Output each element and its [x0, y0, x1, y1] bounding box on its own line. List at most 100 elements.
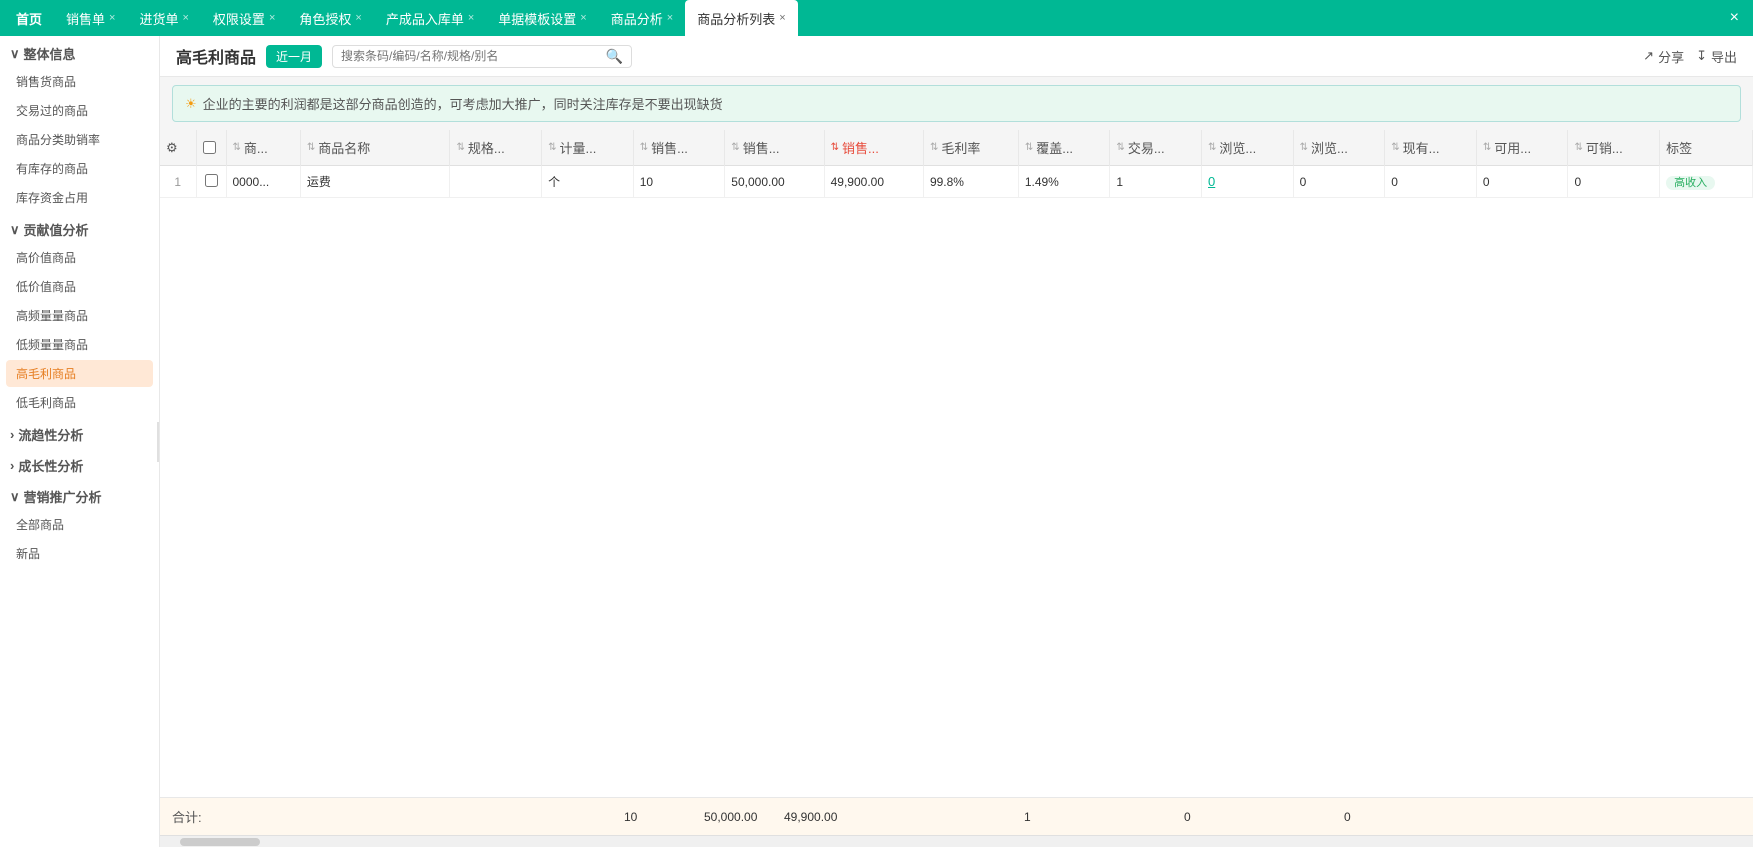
cell-code: 0000...	[226, 166, 300, 198]
cell-sales-amount: 50,000.00	[725, 166, 824, 198]
cell-tag: 高收入	[1660, 166, 1753, 198]
cell-browse1[interactable]: 0	[1202, 166, 1294, 198]
col-trade: ⇅ 交易...	[1110, 130, 1202, 166]
sidebar-group-marketing[interactable]: ∨ 营销推广分析	[0, 479, 159, 510]
sidebar-item-high-margin[interactable]: 高毛利商品	[6, 360, 153, 387]
sort-icon: ⇅	[1391, 142, 1399, 153]
sidebar-item-new-goods[interactable]: 新品	[0, 539, 159, 568]
export-btn[interactable]: ↧ 导出	[1696, 47, 1737, 66]
cell-sellable: 0	[1568, 166, 1660, 198]
sidebar-item-low-freq[interactable]: 低频量量商品	[0, 330, 159, 359]
info-banner: ☀ 企业的主要的利润都是这部分商品创造的，可考虑加大推广，同时关注库存是不要出现…	[172, 85, 1741, 122]
close-roles-tab[interactable]: ×	[355, 12, 361, 24]
scrollbar-thumb[interactable]	[180, 838, 260, 846]
row-checkbox[interactable]	[205, 174, 218, 187]
footer-available: 0	[1338, 810, 1418, 824]
window-close-btn[interactable]: ×	[1720, 9, 1749, 27]
footer-sales-amount: 50,000.00	[698, 810, 778, 824]
sort-icon: ⇅	[233, 142, 241, 153]
footer-coverage	[938, 810, 1018, 824]
sort-icon: ⇅	[1025, 142, 1033, 153]
col-sales-amount: ⇅ 销售...	[725, 130, 824, 166]
sidebar-collapse-btn[interactable]: «	[157, 422, 160, 462]
sidebar-group-finance[interactable]: ∨ 贡献值分析	[0, 212, 159, 243]
col-coverage: ⇅ 覆盖...	[1018, 130, 1110, 166]
footer-margin-rate	[858, 810, 938, 824]
sidebar-item-sales-goods[interactable]: 销售货商品	[0, 67, 159, 96]
search-box: 🔍	[332, 45, 632, 68]
close-products-tab[interactable]: ×	[468, 12, 474, 24]
cell-browse2: 0	[1293, 166, 1385, 198]
sidebar-item-inventory-goods[interactable]: 有库存的商品	[0, 154, 159, 183]
col-checkbox[interactable]	[196, 130, 226, 166]
top-nav: 首页 销售单 × 进货单 × 权限设置 × 角色授权 × 产成品入库单 × 单据…	[0, 0, 1753, 36]
sidebar-item-inventory-ratio[interactable]: 库存资金占用	[0, 183, 159, 212]
footer-sellable	[1418, 810, 1498, 824]
col-margin-rate: ⇅ 毛利率	[923, 130, 1018, 166]
footer-spacer-0	[212, 810, 248, 824]
chevron-right-icon: ›	[10, 427, 14, 442]
sort-icon: ⇅	[1483, 142, 1491, 153]
sidebar-item-category-assist[interactable]: 商品分类助销率	[0, 125, 159, 154]
browse1-link[interactable]: 0	[1208, 174, 1215, 189]
col-settings[interactable]: ⚙	[160, 130, 196, 166]
cell-name: 运费	[300, 166, 450, 198]
sidebar-item-high-price[interactable]: 高价值商品	[0, 243, 159, 272]
tab-analysis-list[interactable]: 商品分析列表 ×	[685, 0, 797, 36]
filter-recent-month-btn[interactable]: 近一月	[266, 45, 322, 68]
sort-icon: ⇅	[1116, 142, 1124, 153]
sort-icon: ⇅	[456, 142, 464, 153]
sidebar-item-all-goods[interactable]: 全部商品	[0, 510, 159, 539]
tab-templates[interactable]: 单据模板设置 ×	[486, 0, 598, 36]
search-icon[interactable]: 🔍	[606, 48, 623, 65]
footer-sales-cost: 49,900.00	[778, 810, 858, 824]
sidebar-group-trend[interactable]: › 流趋性分析	[0, 417, 159, 448]
footer-sales-qty: 10	[618, 810, 698, 824]
sidebar-group-growth[interactable]: › 成长性分析	[0, 448, 159, 479]
select-all-checkbox[interactable]	[203, 141, 216, 154]
export-icon: ↧	[1696, 48, 1707, 64]
header-actions: ↗ 分享 ↧ 导出	[1643, 47, 1737, 66]
close-analysis-list-tab[interactable]: ×	[779, 12, 785, 24]
close-purchase-tab[interactable]: ×	[182, 12, 188, 24]
close-templates-tab[interactable]: ×	[580, 12, 586, 24]
tab-purchase[interactable]: 进货单 ×	[127, 0, 200, 36]
tab-sales[interactable]: 销售单 ×	[54, 0, 127, 36]
tab-home[interactable]: 首页	[4, 0, 54, 36]
tab-products[interactable]: 产成品入库单 ×	[374, 0, 486, 36]
search-input[interactable]	[341, 49, 606, 63]
cell-checkbox[interactable]	[196, 166, 226, 198]
tab-analysis[interactable]: 商品分析 ×	[599, 0, 685, 36]
footer-trade: 1	[1018, 810, 1098, 824]
horizontal-scrollbar[interactable]	[160, 835, 1753, 847]
sidebar-item-high-freq[interactable]: 高频量量商品	[0, 301, 159, 330]
page-title: 高毛利商品	[176, 44, 256, 68]
main-layout: « ∨ 整体信息 销售货商品 交易过的商品 商品分类助销率 有库存的商品 库存资…	[0, 36, 1753, 847]
table-container: ⚙ ⇅ 商...	[160, 130, 1753, 797]
sort-icon: ⇅	[1300, 142, 1308, 153]
sidebar-item-low-margin[interactable]: 低毛利商品	[0, 388, 159, 417]
share-btn[interactable]: ↗ 分享	[1643, 47, 1684, 66]
sidebar-item-traded-goods[interactable]: 交易过的商品	[0, 96, 159, 125]
tab-roles[interactable]: 角色授权 ×	[287, 0, 373, 36]
close-analysis-tab[interactable]: ×	[667, 12, 673, 24]
sidebar-group-overall[interactable]: ∨ 整体信息	[0, 36, 159, 67]
cell-margin-rate: 99.8%	[923, 166, 1018, 198]
close-permissions-tab[interactable]: ×	[269, 12, 275, 24]
footer-values: 10 50,000.00 49,900.00 1 0 0	[212, 810, 1741, 824]
content-area: 高毛利商品 近一月 🔍 ↗ 分享 ↧ 导出 ☀ 企业的主要的利润都是这部分商品创…	[160, 36, 1753, 847]
cell-spec	[450, 166, 542, 198]
close-sales-tab[interactable]: ×	[109, 12, 115, 24]
sort-icon: ⇅	[548, 142, 556, 153]
sidebar-item-low-price[interactable]: 低价值商品	[0, 272, 159, 301]
chevron-right-icon2: ›	[10, 458, 14, 473]
sort-icon: ⇅	[640, 142, 648, 153]
cell-available: 0	[1476, 166, 1568, 198]
cell-coverage: 1.49%	[1018, 166, 1110, 198]
col-sales-cost: ⇅ 销售...	[824, 130, 923, 166]
cell-trade: 1	[1110, 166, 1202, 198]
tab-permissions[interactable]: 权限设置 ×	[201, 0, 287, 36]
cell-sales-qty: 10	[633, 166, 725, 198]
col-available: ⇅ 可用...	[1476, 130, 1568, 166]
settings-icon[interactable]: ⚙	[166, 140, 178, 156]
